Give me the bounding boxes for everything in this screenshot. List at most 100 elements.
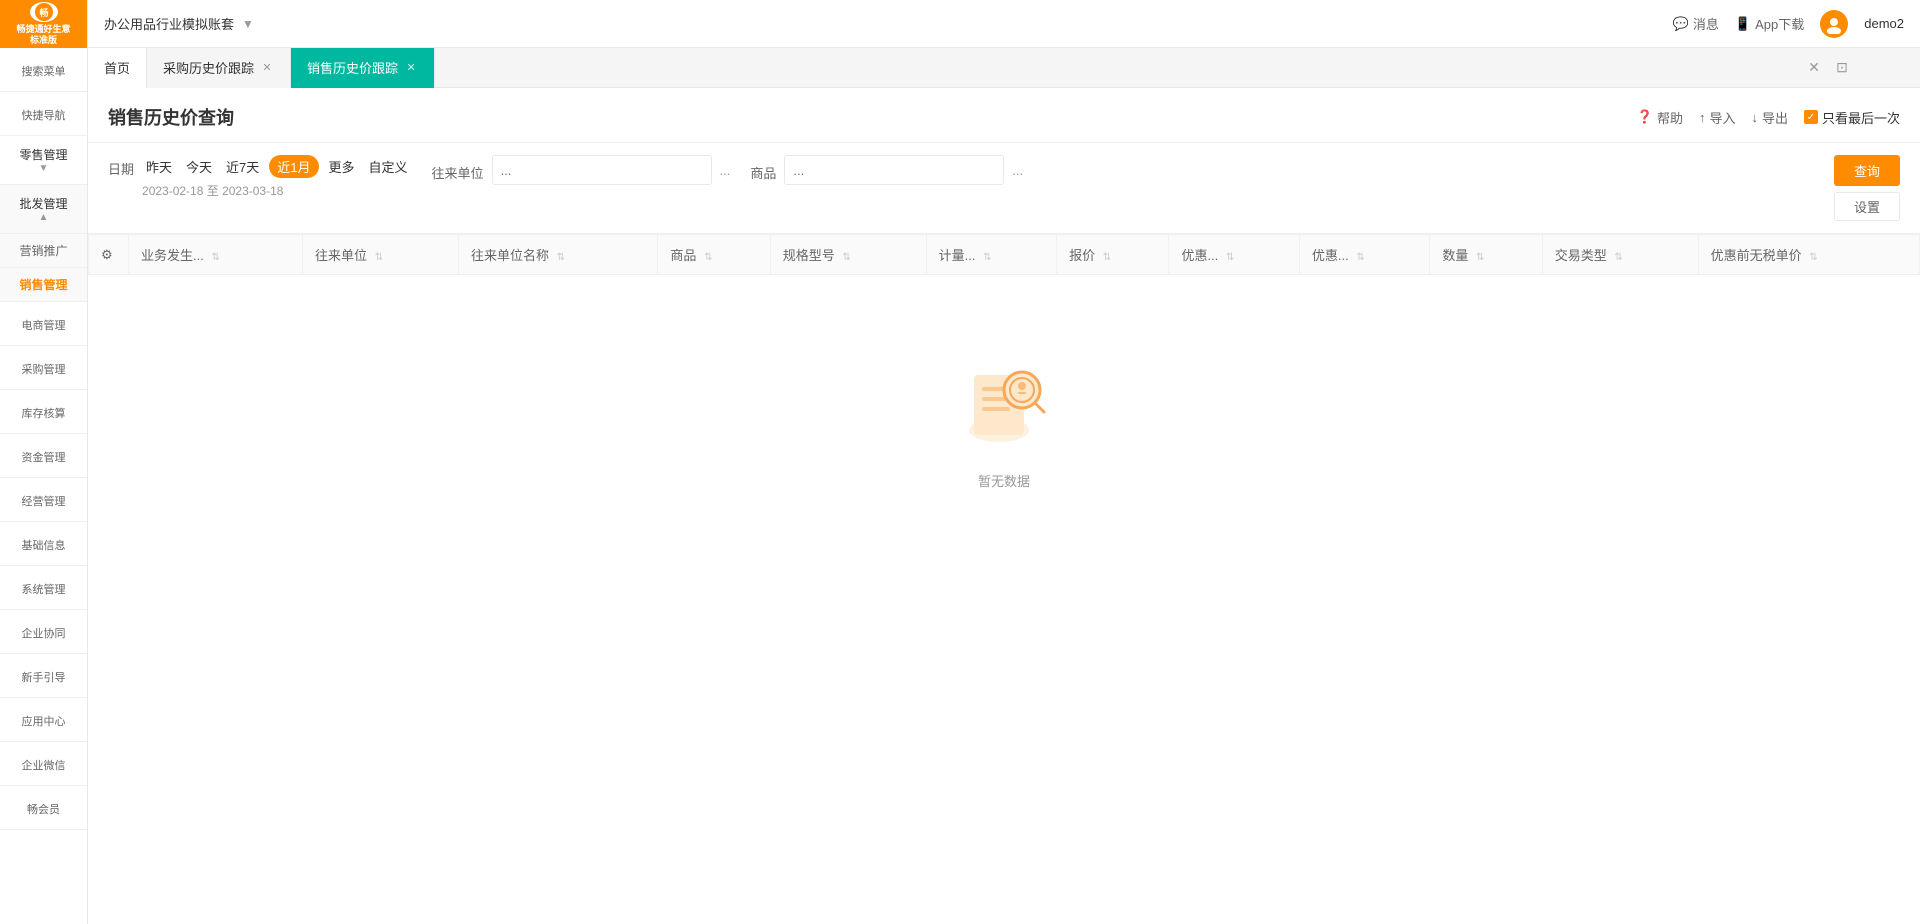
table-wrapper: ⚙ 业务发生... ⇅ 往来单位 ⇅ 往来单位名称 ⇅ — [88, 234, 1920, 570]
topbar-right: 💬 消息 📱 App下载 demo2 — [1673, 10, 1904, 38]
close-all-tabs-button[interactable]: ✕ — [1804, 58, 1824, 78]
date-filter-label: 日期 — [108, 155, 134, 178]
sidebar-item-sales-mgmt[interactable]: 销售管理 — [0, 268, 87, 302]
export-button[interactable]: ↓ 导出 — [1751, 108, 1788, 127]
retail-arrow-icon: ▼ — [39, 163, 49, 174]
maximize-button[interactable]: ⊡ — [1832, 58, 1852, 78]
sidebar-item-app-center[interactable]: 应用中心 — [0, 698, 87, 742]
sort-discount-price-icon: ⇅ — [1356, 252, 1364, 263]
sidebar-item-marketing[interactable]: 营销推广 — [0, 234, 87, 268]
partner-input[interactable] — [492, 155, 712, 185]
sort-quote-price-icon: ⇅ — [1103, 252, 1111, 263]
query-button[interactable]: 查询 — [1834, 155, 1900, 186]
logo-icon: 畅 — [30, 2, 58, 22]
data-table: ⚙ 业务发生... ⇅ 往来单位 ⇅ 往来单位名称 ⇅ — [88, 234, 1920, 275]
sort-goods-icon: ⇅ — [704, 252, 712, 263]
empty-text: 暂无数据 — [978, 471, 1030, 490]
only-last-checkbox[interactable]: ✓ 只看最后一次 — [1804, 108, 1900, 127]
checkbox-icon: ✓ — [1804, 110, 1818, 124]
sort-spec-icon: ⇅ — [842, 252, 850, 263]
page-header: 销售历史价查询 ❓ 帮助 ↑ 导入 ↓ 导出 ✓ 只看最后一次 — [88, 88, 1920, 143]
sort-unit-icon: ⇅ — [983, 252, 991, 263]
sort-discount-rate-icon: ⇅ — [1226, 252, 1234, 263]
sort-trade-type-icon: ⇅ — [1614, 252, 1622, 263]
user-avatar — [1820, 10, 1848, 38]
col-settings[interactable]: ⚙ — [89, 235, 129, 275]
sidebar-item-search-menu[interactable]: 搜索菜单 — [0, 48, 87, 92]
col-quantity[interactable]: 数量 ⇅ — [1430, 235, 1542, 275]
col-partner-name[interactable]: 往来单位名称 ⇅ — [458, 235, 657, 275]
message-icon: 💬 — [1673, 16, 1689, 32]
sidebar-item-corp-wechat[interactable]: 企业微信 — [0, 742, 87, 786]
header-row: ⚙ 业务发生... ⇅ 往来单位 ⇅ 往来单位名称 ⇅ — [89, 235, 1920, 275]
col-partner-code[interactable]: 往来单位 ⇅ — [303, 235, 459, 275]
dropdown-icon[interactable]: ▼ — [242, 17, 254, 31]
industry-title: 办公用品行业模拟账套 — [104, 14, 234, 33]
tab-home[interactable]: 首页 — [88, 48, 147, 88]
col-business-date[interactable]: 业务发生... ⇅ — [129, 235, 303, 275]
sort-partner-name-icon: ⇅ — [557, 252, 565, 263]
sort-business-date-icon: ⇅ — [211, 252, 219, 263]
topbar-left: 办公用品行业模拟账套 ▼ — [104, 14, 1673, 33]
main-area: 办公用品行业模拟账套 ▼ 💬 消息 📱 App下载 demo2 首页 采购历史价… — [88, 0, 1920, 924]
help-button[interactable]: ❓ 帮助 — [1637, 108, 1683, 127]
sidebar-item-guide[interactable]: 新手引导 — [0, 654, 87, 698]
tabbar: 首页 采购历史价跟踪 ✕ 销售历史价跟踪 ✕ ✕ ⊡ — [88, 48, 1920, 88]
empty-icon — [954, 355, 1054, 455]
sidebar-item-inventory[interactable]: 库存核算 — [0, 390, 87, 434]
sidebar-item-finance[interactable]: 资金管理 — [0, 434, 87, 478]
sort-partner-code-icon: ⇅ — [375, 252, 383, 263]
partner-filter-group: 往来单位 ... — [432, 155, 731, 185]
app-download-button[interactable]: 📱 App下载 — [1735, 14, 1804, 33]
app-subtitle: 标准版 — [30, 35, 57, 46]
date-filter-group: 日期 昨天 今天 近7天 近1月 更多 自定义 2023-02-18 至 202… — [108, 155, 412, 199]
sidebar-item-wholesale-mgmt[interactable]: 批发管理 ▲ — [0, 185, 87, 234]
import-button[interactable]: ↑ 导入 — [1699, 108, 1736, 127]
sidebar-item-system[interactable]: 系统管理 — [0, 566, 87, 610]
date-option-1month[interactable]: 近1月 — [269, 155, 318, 178]
sidebar-item-quick-nav[interactable]: 快捷导航 — [0, 92, 87, 136]
col-goods[interactable]: 商品 ⇅ — [658, 235, 770, 275]
tab-purchase-history[interactable]: 采购历史价跟踪 ✕ — [147, 48, 291, 88]
date-option-custom[interactable]: 自定义 — [365, 155, 412, 178]
logo-text: 畅捷通好生意 — [16, 24, 70, 35]
download-icon: 📱 — [1735, 16, 1751, 32]
sidebar-item-ecommerce[interactable]: 电商管理 — [0, 302, 87, 346]
col-quote-price[interactable]: 报价 ⇅ — [1057, 235, 1169, 275]
date-options: 昨天 今天 近7天 近1月 更多 自定义 2023-02-18 至 2023-0… — [142, 155, 412, 199]
col-spec[interactable]: 规格型号 ⇅ — [770, 235, 926, 275]
tab-sales-history[interactable]: 销售历史价跟踪 ✕ — [291, 48, 435, 88]
svg-text:畅: 畅 — [39, 7, 48, 18]
page-header-actions: ❓ 帮助 ↑ 导入 ↓ 导出 ✓ 只看最后一次 — [1637, 108, 1900, 127]
col-discount-price[interactable]: 优惠... ⇅ — [1299, 235, 1429, 275]
date-option-today[interactable]: 今天 — [182, 155, 216, 178]
partner-dots: ... — [720, 163, 731, 178]
col-unit[interactable]: 计量... ⇅ — [926, 235, 1056, 275]
date-range-text: 2023-02-18 至 2023-03-18 — [142, 182, 412, 199]
app-logo: 畅 畅捷通好生意 标准版 — [0, 0, 87, 48]
sidebar-item-enterprise[interactable]: 企业协同 — [0, 610, 87, 654]
username-label[interactable]: demo2 — [1864, 16, 1904, 31]
partner-filter-label: 往来单位 — [432, 159, 484, 182]
topbar: 办公用品行业模拟账套 ▼ 💬 消息 📱 App下载 demo2 — [88, 0, 1920, 48]
sidebar-item-purchase[interactable]: 采购管理 — [0, 346, 87, 390]
col-discount-rate[interactable]: 优惠... ⇅ — [1169, 235, 1299, 275]
date-option-7days[interactable]: 近7天 — [222, 155, 263, 178]
close-purchase-tab-button[interactable]: ✕ — [260, 61, 274, 75]
message-button[interactable]: 💬 消息 — [1673, 14, 1719, 33]
col-pre-tax-price[interactable]: 优惠前无税单价 ⇅ — [1698, 235, 1919, 275]
sidebar-item-basic-info[interactable]: 基础信息 — [0, 522, 87, 566]
close-sales-tab-button[interactable]: ✕ — [404, 61, 418, 75]
date-option-yesterday[interactable]: 昨天 — [142, 155, 176, 178]
sidebar-item-operations[interactable]: 经营管理 — [0, 478, 87, 522]
page-title: 销售历史价查询 — [108, 104, 234, 130]
goods-input[interactable] — [784, 155, 1004, 185]
goods-filter-label: 商品 — [750, 159, 776, 182]
settings-button[interactable]: 设置 — [1834, 192, 1900, 221]
date-option-more[interactable]: 更多 — [325, 155, 359, 178]
col-trade-type[interactable]: 交易类型 ⇅ — [1542, 235, 1698, 275]
sidebar-item-retail-mgmt[interactable]: 零售管理 ▼ — [0, 136, 87, 185]
sidebar-item-member[interactable]: 畅会员 — [0, 786, 87, 830]
date-option-row: 昨天 今天 近7天 近1月 更多 自定义 — [142, 155, 412, 178]
export-icon: ↓ — [1751, 110, 1758, 125]
